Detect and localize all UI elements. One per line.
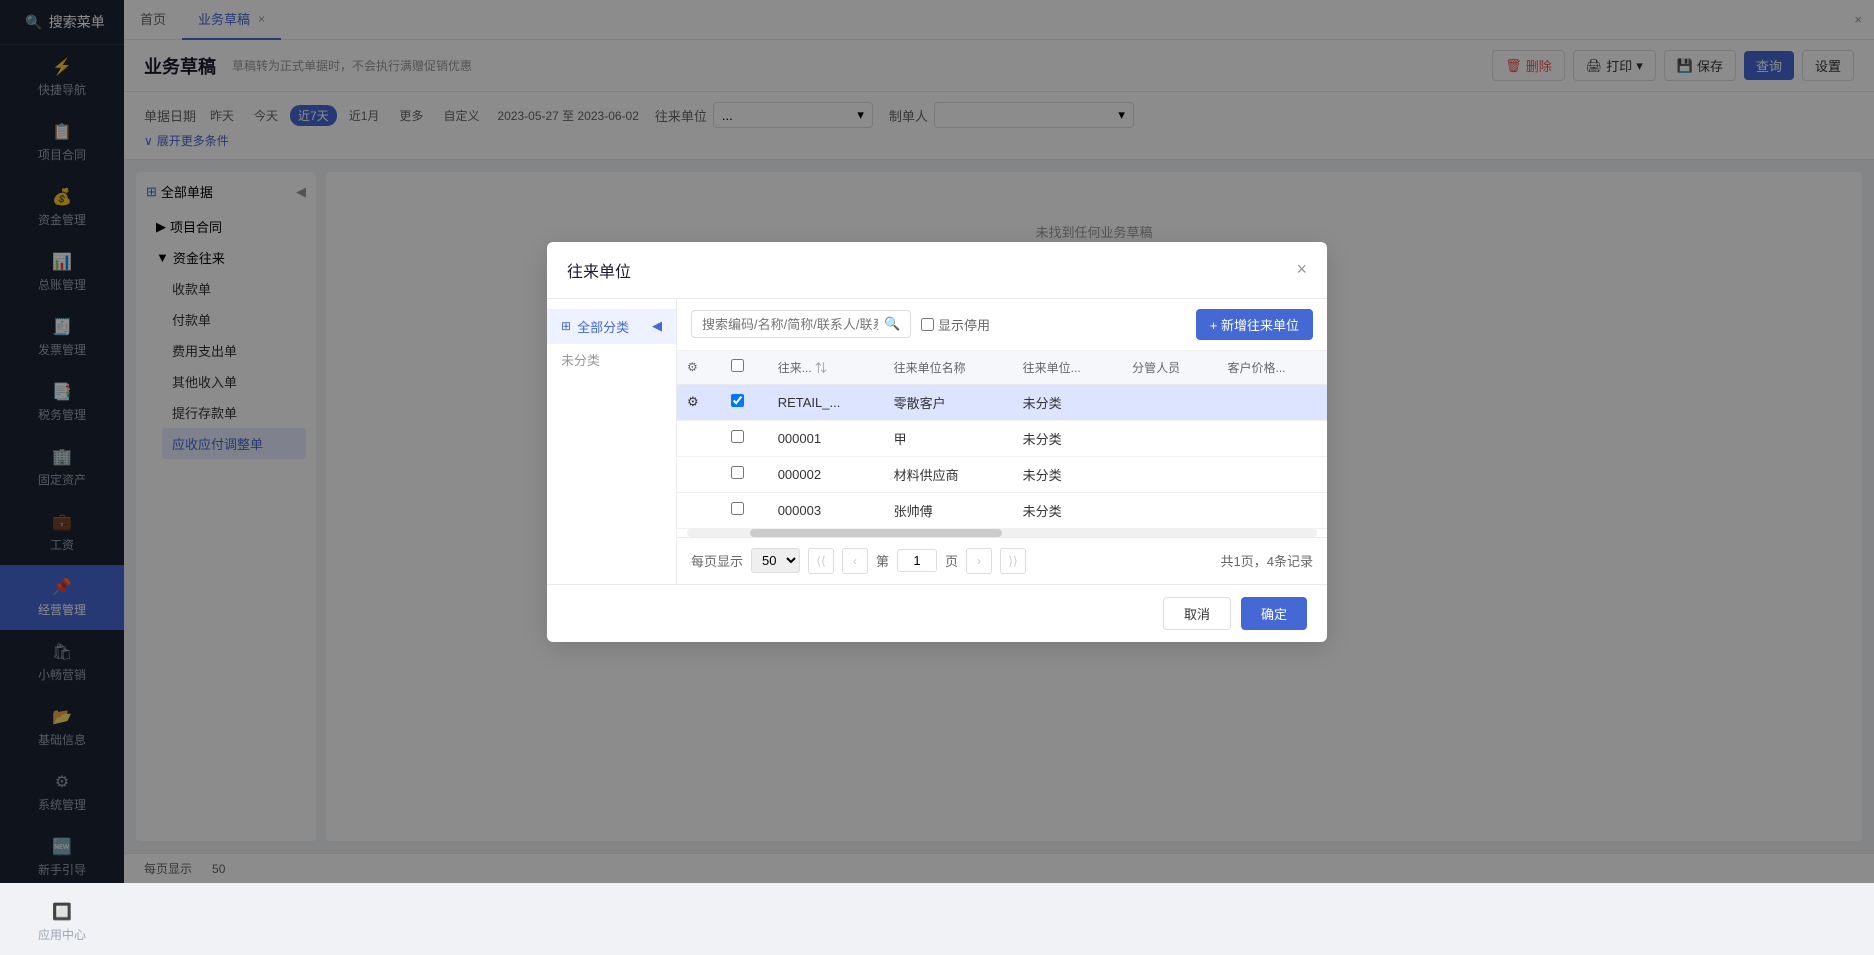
collapse-category-icon[interactable]: ◀ <box>652 318 662 334</box>
show-disabled-checkbox[interactable] <box>921 318 934 331</box>
row-name: 零散客户 <box>884 384 1013 420</box>
col-category: 往来单位... <box>1013 351 1122 385</box>
per-page-select[interactable]: 50 <box>751 548 800 573</box>
row-checkbox[interactable] <box>721 456 767 492</box>
page-label: 第 <box>876 551 889 570</box>
select-all-checkbox[interactable] <box>731 359 744 372</box>
page-suffix: 页 <box>945 551 958 570</box>
row-name: 甲 <box>884 420 1013 456</box>
next-page-button[interactable]: › <box>966 548 992 574</box>
sidebar-item-app-center[interactable]: 🔲 应用中心 <box>0 890 124 955</box>
first-page-button[interactable]: ⟨⟨ <box>808 548 834 574</box>
col-checkbox[interactable] <box>721 351 767 385</box>
row-name: 材料供应商 <box>884 456 1013 492</box>
page-input[interactable] <box>897 549 937 572</box>
table-header: ⚙ 往来... ⇅ 往来单位名称 往来单位... <box>677 351 1327 385</box>
partner-table: ⚙ 往来... ⇅ 往来单位名称 往来单位... <box>677 351 1327 529</box>
col-name: 往来单位名称 <box>884 351 1013 385</box>
sort-icon[interactable]: ⇅ <box>815 361 827 375</box>
partner-table-body: ⚙ RETAIL_... 零散客户 未分类 <box>677 384 1327 528</box>
row-settings <box>677 492 721 528</box>
row-manager <box>1122 420 1217 456</box>
table-row[interactable]: ⚙ RETAIL_... 零散客户 未分类 <box>677 384 1327 420</box>
dialog-category-panel: ⊞ 全部分类 ◀ 未分类 <box>547 299 677 584</box>
col-settings[interactable]: ⚙ <box>677 351 721 385</box>
row-name: 张帅傅 <box>884 492 1013 528</box>
table-row[interactable]: 000003 张帅傅 未分类 <box>677 492 1327 528</box>
show-disabled-toggle[interactable]: 显示停用 <box>921 315 990 334</box>
uncategorized-item[interactable]: 未分类 <box>547 344 676 375</box>
row-code: RETAIL_... <box>768 384 884 420</box>
row-manager <box>1122 492 1217 528</box>
table-row[interactable]: 000002 材料供应商 未分类 <box>677 456 1327 492</box>
partner-search-box[interactable]: 🔍 <box>691 310 911 338</box>
row-settings: ⚙ <box>677 384 721 420</box>
per-page-label: 每页显示 <box>691 551 743 570</box>
dialog-footer: 取消 确定 <box>547 584 1327 642</box>
row-checkbox[interactable] <box>721 420 767 456</box>
row-code: 000003 <box>768 492 884 528</box>
partner-search-input[interactable] <box>702 317 878 332</box>
row-category: 未分类 <box>1013 456 1122 492</box>
col-manager: 分管人员 <box>1122 351 1217 385</box>
dialog-title: 往来单位 <box>567 258 631 282</box>
total-info: 共1页，4条记录 <box>1221 551 1313 570</box>
row-price-type <box>1218 384 1327 420</box>
col-price-type: 客户价格... <box>1218 351 1327 385</box>
row-code: 000002 <box>768 456 884 492</box>
dialog-table-wrap: ⚙ 往来... ⇅ 往来单位名称 往来单位... <box>677 351 1327 529</box>
add-partner-button[interactable]: + 新增往来单位 <box>1196 309 1313 340</box>
scrollbar-thumb <box>750 529 1002 537</box>
cancel-button[interactable]: 取消 <box>1163 597 1231 630</box>
dialog-body: ⊞ 全部分类 ◀ 未分类 🔍 显示停用 <box>547 299 1327 584</box>
row-manager <box>1122 384 1217 420</box>
row-price-type <box>1218 456 1327 492</box>
horizontal-scrollbar[interactable] <box>687 529 1317 537</box>
partner-dialog: 往来单位 × ⊞ 全部分类 ◀ 未分类 <box>547 242 1327 642</box>
last-page-button[interactable]: ⟩⟩ <box>1000 548 1026 574</box>
category-icon: ⊞ <box>561 319 571 333</box>
sidebar-item-label: 应用中心 <box>38 926 86 943</box>
dialog-close-button[interactable]: × <box>1296 259 1307 280</box>
row-category: 未分类 <box>1013 492 1122 528</box>
row-checkbox[interactable] <box>721 492 767 528</box>
modal-overlay: 往来单位 × ⊞ 全部分类 ◀ 未分类 <box>0 0 1874 883</box>
search-icon: 🔍 <box>884 316 900 332</box>
row-settings-icon: ⚙ <box>687 394 699 409</box>
row-category: 未分类 <box>1013 384 1122 420</box>
row-manager <box>1122 456 1217 492</box>
dialog-header: 往来单位 × <box>547 242 1327 299</box>
row-category: 未分类 <box>1013 420 1122 456</box>
row-checkbox[interactable] <box>721 384 767 420</box>
dialog-toolbar: 🔍 显示停用 + 新增往来单位 <box>677 299 1327 351</box>
row-price-type <box>1218 420 1327 456</box>
confirm-button[interactable]: 确定 <box>1241 597 1307 630</box>
row-price-type <box>1218 492 1327 528</box>
dialog-pagination: 每页显示 50 ⟨⟨ ‹ 第 页 › ⟩⟩ 共1页，4条记录 <box>677 537 1327 584</box>
table-row[interactable]: 000001 甲 未分类 <box>677 420 1327 456</box>
col-code: 往来... ⇅ <box>768 351 884 385</box>
app-center-icon: 🔲 <box>52 902 72 922</box>
dialog-right-panel: 🔍 显示停用 + 新增往来单位 ⚙ <box>677 299 1327 584</box>
row-settings <box>677 420 721 456</box>
row-settings <box>677 456 721 492</box>
prev-page-button[interactable]: ‹ <box>842 548 868 574</box>
category-all[interactable]: ⊞ 全部分类 ◀ <box>547 309 676 344</box>
row-code: 000001 <box>768 420 884 456</box>
